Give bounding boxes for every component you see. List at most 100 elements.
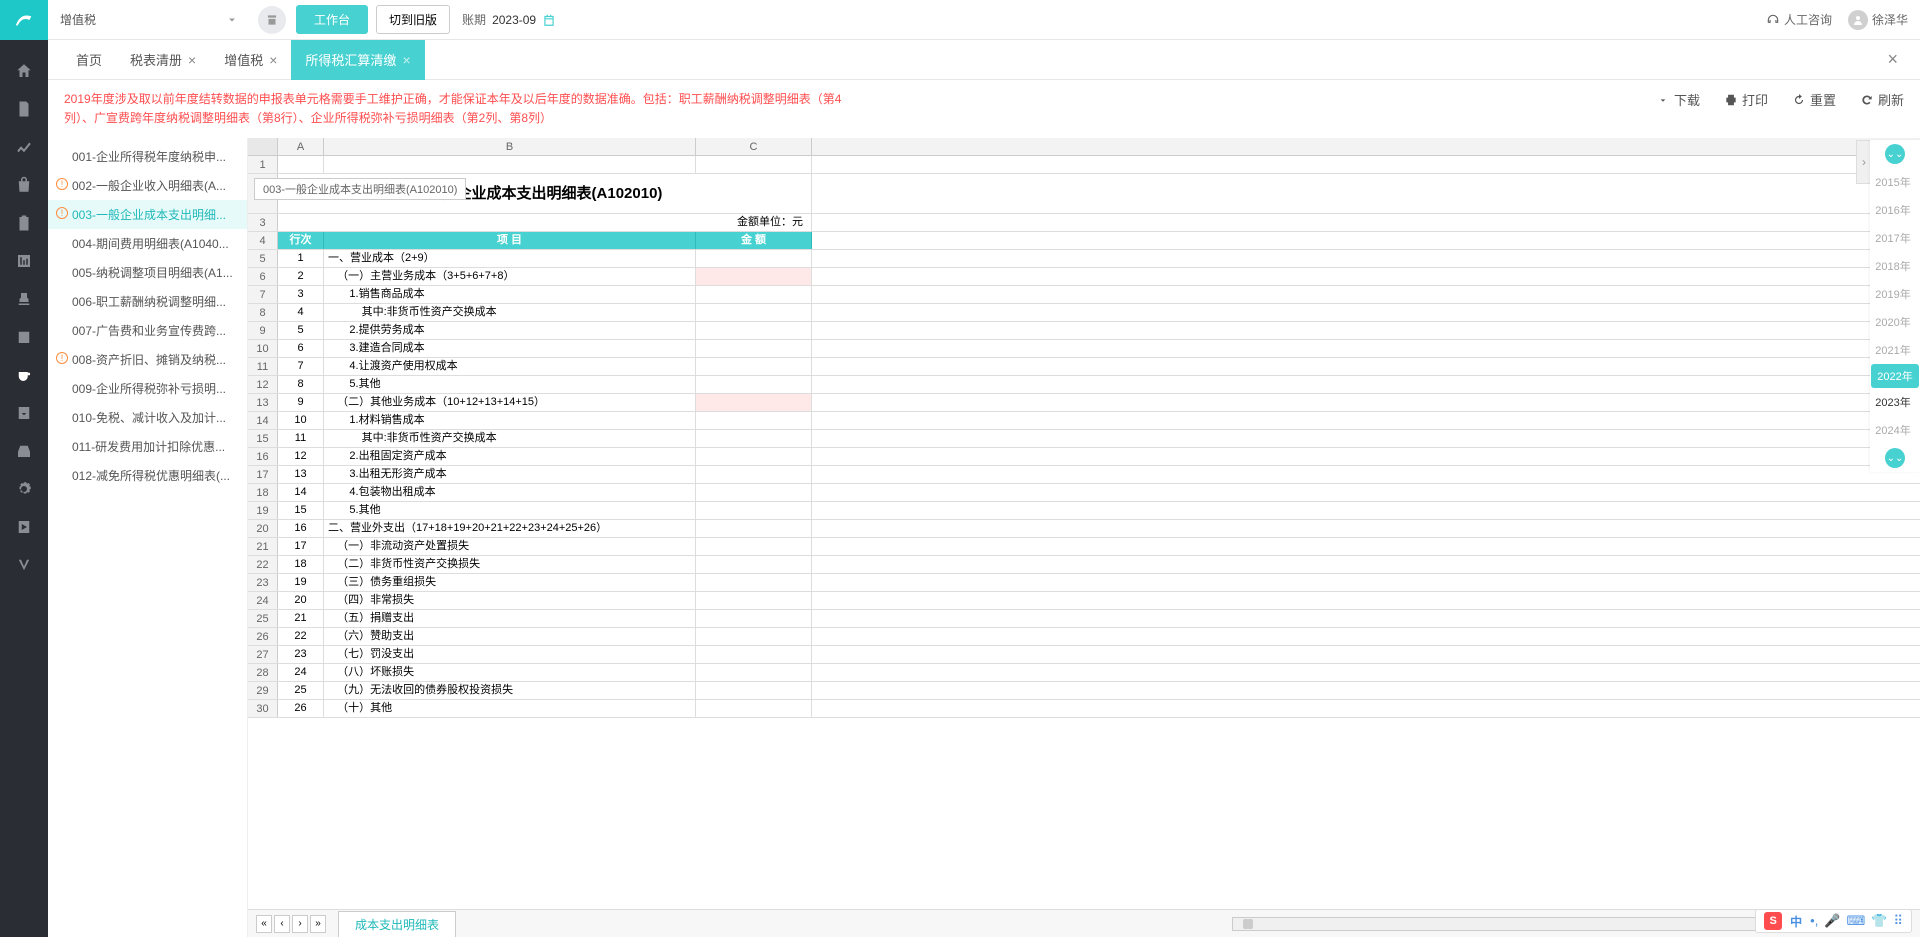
form-item-8[interactable]: 009-企业所得税弥补亏损明... [48,374,247,403]
cell-item[interactable]: （十）其他 [324,700,696,717]
row-header[interactable]: 21 [248,538,278,555]
cell-amount[interactable] [696,664,812,681]
cell-item[interactable]: 2.出租固定资产成本 [324,448,696,465]
sheet-nav-first[interactable]: « [256,915,272,933]
user-menu[interactable]: 徐泽华 [1848,10,1908,30]
download-button[interactable]: 下载 [1656,90,1700,109]
cell-seq[interactable]: 13 [278,466,324,483]
workbench-button[interactable]: 工作台 [296,5,368,34]
cell-item[interactable]: （四）非常损失 [324,592,696,609]
cell-amount[interactable] [696,394,812,411]
row-header[interactable]: 25 [248,610,278,627]
row-header[interactable]: 22 [248,556,278,573]
switch-old-button[interactable]: 切到旧版 [376,5,450,34]
nav-gear-icon[interactable] [0,470,48,508]
form-item-7[interactable]: !008-资产折旧、摊销及纳税... [48,345,247,374]
cell-seq[interactable]: 23 [278,646,324,663]
cell-amount[interactable] [696,376,812,393]
cell-amount[interactable] [696,286,812,303]
form-item-2[interactable]: !003-一般企业成本支出明细... [48,200,247,229]
corner-cell[interactable] [248,138,278,155]
cell-seq[interactable]: 3 [278,286,324,303]
nav-calendar-icon[interactable] [0,318,48,356]
year-2022年[interactable]: 2022年 [1871,364,1918,388]
form-item-1[interactable]: !002-一般企业收入明细表(A... [48,171,247,200]
row-header[interactable]: 27 [248,646,278,663]
cell-item[interactable]: 1.材料销售成本 [324,412,696,429]
cell-seq[interactable]: 5 [278,322,324,339]
cell-seq[interactable]: 24 [278,664,324,681]
year-2023年[interactable]: 2023年 [1871,388,1918,416]
cell-item[interactable]: 其中:非货币性资产交换成本 [324,430,696,447]
cell-item[interactable]: （二）其他业务成本（10+12+13+14+15） [324,394,696,411]
ime-skin-icon[interactable]: 👕 [1871,913,1887,929]
cell-item[interactable]: （二）非货币性资产交换损失 [324,556,696,573]
cell-amount[interactable] [696,358,812,375]
row-header[interactable]: 26 [248,628,278,645]
cell-item[interactable]: （九）无法收回的债券股权投资损失 [324,682,696,699]
form-item-9[interactable]: 010-免税、减计收入及加计... [48,403,247,432]
cell-amount[interactable] [696,484,812,501]
col-header-B[interactable]: B [324,138,696,155]
cell-seq[interactable]: 16 [278,520,324,537]
cell-item[interactable]: （一）主营业务成本（3+5+6+7+8） [324,268,696,285]
cell-item[interactable]: 3.建造合同成本 [324,340,696,357]
cell-item[interactable]: （五）捐赠支出 [324,610,696,627]
form-item-4[interactable]: 005-纳税调整项目明细表(A1... [48,258,247,287]
app-logo[interactable] [0,0,48,40]
cell-seq[interactable]: 21 [278,610,324,627]
nav-clipboard-icon[interactable] [0,204,48,242]
row-header[interactable]: 28 [248,664,278,681]
cell-amount[interactable] [696,430,812,447]
cell-seq[interactable]: 18 [278,556,324,573]
nav-home-icon[interactable] [0,52,48,90]
tab-close-icon[interactable]: × [188,52,196,68]
row-header[interactable]: 10 [248,340,278,357]
cell-amount[interactable] [696,592,812,609]
row-header[interactable]: 17 [248,466,278,483]
col-header-C[interactable]: C [696,138,812,155]
form-item-6[interactable]: 007-广告费和业务宣传费跨... [48,316,247,345]
cell-item[interactable]: （六）赞助支出 [324,628,696,645]
cell-seq[interactable]: 9 [278,394,324,411]
cell-seq[interactable]: 8 [278,376,324,393]
nav-cup-icon[interactable] [0,356,48,394]
year-2016年[interactable]: 2016年 [1871,196,1918,224]
row-header[interactable]: 30 [248,700,278,717]
row-header[interactable]: 8 [248,304,278,321]
tab-2[interactable]: 增值税× [210,40,291,80]
year-2017年[interactable]: 2017年 [1871,224,1918,252]
row-header[interactable]: 15 [248,430,278,447]
sheet-nav-prev[interactable]: ‹ [274,915,290,933]
tab-3[interactable]: 所得税汇算清缴× [291,40,424,80]
year-2018年[interactable]: 2018年 [1871,252,1918,280]
cell-seq[interactable]: 19 [278,574,324,591]
year-2024年[interactable]: 2024年 [1871,416,1918,444]
cell-item[interactable]: 4.包装物出租成本 [324,484,696,501]
cell-seq[interactable]: 20 [278,592,324,609]
year-2021年[interactable]: 2021年 [1871,336,1918,364]
cell-item[interactable]: （八）坏账损失 [324,664,696,681]
row-header[interactable]: 29 [248,682,278,699]
form-item-3[interactable]: 004-期间费用明细表(A1040... [48,229,247,258]
ime-voice-icon[interactable]: 🎤 [1824,913,1840,929]
cell-item[interactable]: （三）债务重组损失 [324,574,696,591]
cell-amount[interactable] [696,268,812,285]
cell-amount[interactable] [696,340,812,357]
cell-seq[interactable]: 1 [278,250,324,267]
cell-item[interactable]: 1.销售商品成本 [324,286,696,303]
row-header[interactable]: 16 [248,448,278,465]
col-header-A[interactable]: A [278,138,324,155]
row-header[interactable]: 6 [248,268,278,285]
print-button[interactable]: 打印 [1724,90,1768,109]
nav-doc-icon[interactable] [0,90,48,128]
row-header[interactable]: 7 [248,286,278,303]
cell-amount[interactable] [696,520,812,537]
form-item-0[interactable]: 001-企业所得税年度纳税申... [48,142,247,171]
year-scroll-down[interactable]: ⌄⌄ [1885,448,1905,468]
year-2020年[interactable]: 2020年 [1871,308,1918,336]
calendar-icon[interactable] [542,13,556,27]
row-header[interactable]: 12 [248,376,278,393]
ime-bar[interactable]: S 中 •, 🎤 ⌨ 👕 ⠿ [1755,909,1912,933]
tab-close-icon[interactable]: × [402,52,410,68]
